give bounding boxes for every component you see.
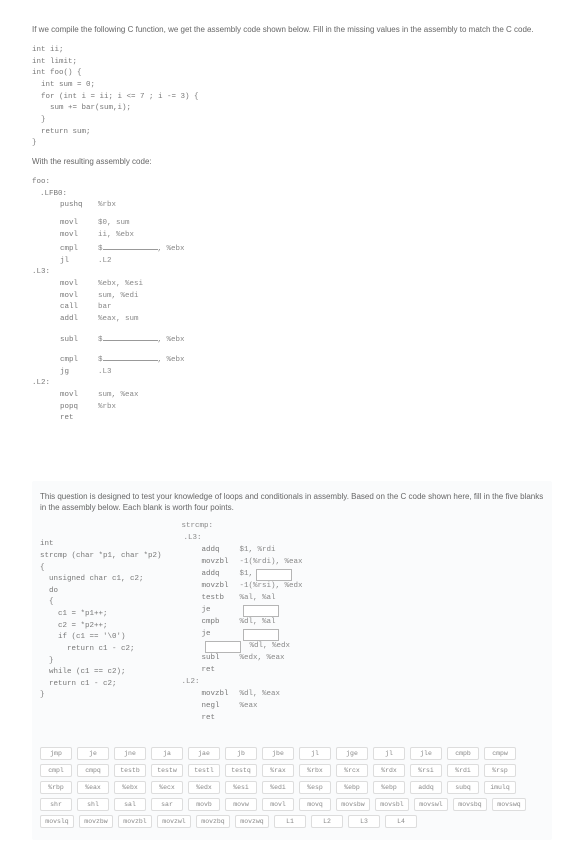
- choice-chip[interactable]: jae: [188, 747, 220, 760]
- choice-chip[interactable]: %rax: [262, 764, 294, 777]
- choice-chip[interactable]: movzbq: [196, 815, 230, 828]
- choice-chip[interactable]: L2: [311, 815, 343, 828]
- choice-chip[interactable]: jge: [336, 747, 368, 760]
- choice-chip[interactable]: movsbq: [453, 798, 487, 811]
- q2-left-header: int: [40, 539, 162, 551]
- choice-chip[interactable]: cmpb: [447, 747, 479, 760]
- choice-chip[interactable]: %rsp: [484, 764, 516, 777]
- choice-chip[interactable]: L3: [348, 815, 380, 828]
- choice-chip[interactable]: %ebp: [336, 781, 368, 794]
- choice-chip[interactable]: cmpq: [77, 764, 109, 777]
- choice-chip[interactable]: imulq: [484, 781, 516, 794]
- choice-chip[interactable]: movzbl: [118, 815, 152, 828]
- choice-chip[interactable]: jne: [114, 747, 146, 760]
- choice-chip[interactable]: shr: [40, 798, 72, 811]
- choice-chip[interactable]: shl: [77, 798, 109, 811]
- choice-chip[interactable]: %rsi: [410, 764, 442, 777]
- q2-c-code: { unsigned char c1, c2; do { c1 = *p1++;…: [40, 563, 162, 703]
- choice-chip[interactable]: %edi: [262, 781, 294, 794]
- choice-chip[interactable]: movsbw: [336, 798, 370, 811]
- fill-blank[interactable]: [103, 352, 158, 361]
- choice-chip[interactable]: %edx: [188, 781, 220, 794]
- choice-chip[interactable]: %rdx: [373, 764, 405, 777]
- answer-choices: jmpjejnejajaejbjbejljgejljlecmpbcmpwcmpl…: [40, 747, 544, 828]
- choice-chip[interactable]: jl: [373, 747, 405, 760]
- choice-chip[interactable]: testb: [114, 764, 146, 777]
- choice-chip[interactable]: %ebp: [373, 781, 405, 794]
- q1-asm: foo:.LFB0:pushq%rbxmovl$0, summovlii, %e…: [32, 177, 552, 425]
- choice-chip[interactable]: %esp: [299, 781, 331, 794]
- choice-chip[interactable]: %ecx: [151, 781, 183, 794]
- q2-asm: strcmp:.L3:addq$1, %rdimovzbl-1(%rdi), %…: [182, 521, 544, 725]
- choice-chip[interactable]: movb: [188, 798, 220, 811]
- choice-chip[interactable]: movl: [262, 798, 294, 811]
- choice-chip[interactable]: cmpw: [484, 747, 516, 760]
- choice-chip[interactable]: %ebx: [114, 781, 146, 794]
- choice-chip[interactable]: jmp: [40, 747, 72, 760]
- choice-chip[interactable]: movswl: [414, 798, 448, 811]
- choice-chip[interactable]: L1: [274, 815, 306, 828]
- q1-resulting-label: With the resulting assembly code:: [32, 156, 552, 167]
- choice-chip[interactable]: cmpl: [40, 764, 72, 777]
- choice-chip[interactable]: subq: [447, 781, 479, 794]
- choice-chip[interactable]: movslq: [40, 815, 74, 828]
- q2-intro: This question is designed to test your k…: [40, 491, 544, 513]
- choice-chip[interactable]: testq: [225, 764, 257, 777]
- choice-chip[interactable]: movzwl: [157, 815, 191, 828]
- choice-chip[interactable]: %rbx: [299, 764, 331, 777]
- q2-left-proto: strcmp (char *p1, char *p2): [40, 551, 162, 563]
- fill-blank[interactable]: [103, 241, 158, 250]
- choice-chip[interactable]: movw: [225, 798, 257, 811]
- fill-blank[interactable]: [103, 332, 158, 341]
- choice-chip[interactable]: %eax: [77, 781, 109, 794]
- choice-chip[interactable]: %rbp: [40, 781, 72, 794]
- choice-chip[interactable]: movzwq: [235, 815, 269, 828]
- q1-intro: If we compile the following C function, …: [32, 24, 552, 35]
- choice-chip[interactable]: %esi: [225, 781, 257, 794]
- choice-chip[interactable]: sar: [151, 798, 183, 811]
- choice-chip[interactable]: ja: [151, 747, 183, 760]
- choice-chip[interactable]: movq: [299, 798, 331, 811]
- choice-chip[interactable]: %rcx: [336, 764, 368, 777]
- choice-chip[interactable]: testw: [151, 764, 183, 777]
- choice-chip[interactable]: testl: [188, 764, 220, 777]
- choice-chip[interactable]: sal: [114, 798, 146, 811]
- fill-blank[interactable]: [256, 569, 292, 581]
- fill-blank[interactable]: [205, 641, 241, 653]
- choice-chip[interactable]: L4: [385, 815, 417, 828]
- choice-chip[interactable]: addq: [410, 781, 442, 794]
- choice-chip[interactable]: jle: [410, 747, 442, 760]
- q1-c-code: int ii; int limit; int foo() { int sum =…: [32, 45, 552, 150]
- choice-chip[interactable]: je: [77, 747, 109, 760]
- choice-chip[interactable]: movswq: [492, 798, 526, 811]
- fill-blank[interactable]: [243, 605, 279, 617]
- choice-chip[interactable]: jbe: [262, 747, 294, 760]
- fill-blank[interactable]: [243, 629, 279, 641]
- choice-chip[interactable]: movzbw: [79, 815, 113, 828]
- choice-chip[interactable]: %rdi: [447, 764, 479, 777]
- choice-chip[interactable]: jb: [225, 747, 257, 760]
- choice-chip[interactable]: movsbl: [375, 798, 409, 811]
- choice-chip[interactable]: jl: [299, 747, 331, 760]
